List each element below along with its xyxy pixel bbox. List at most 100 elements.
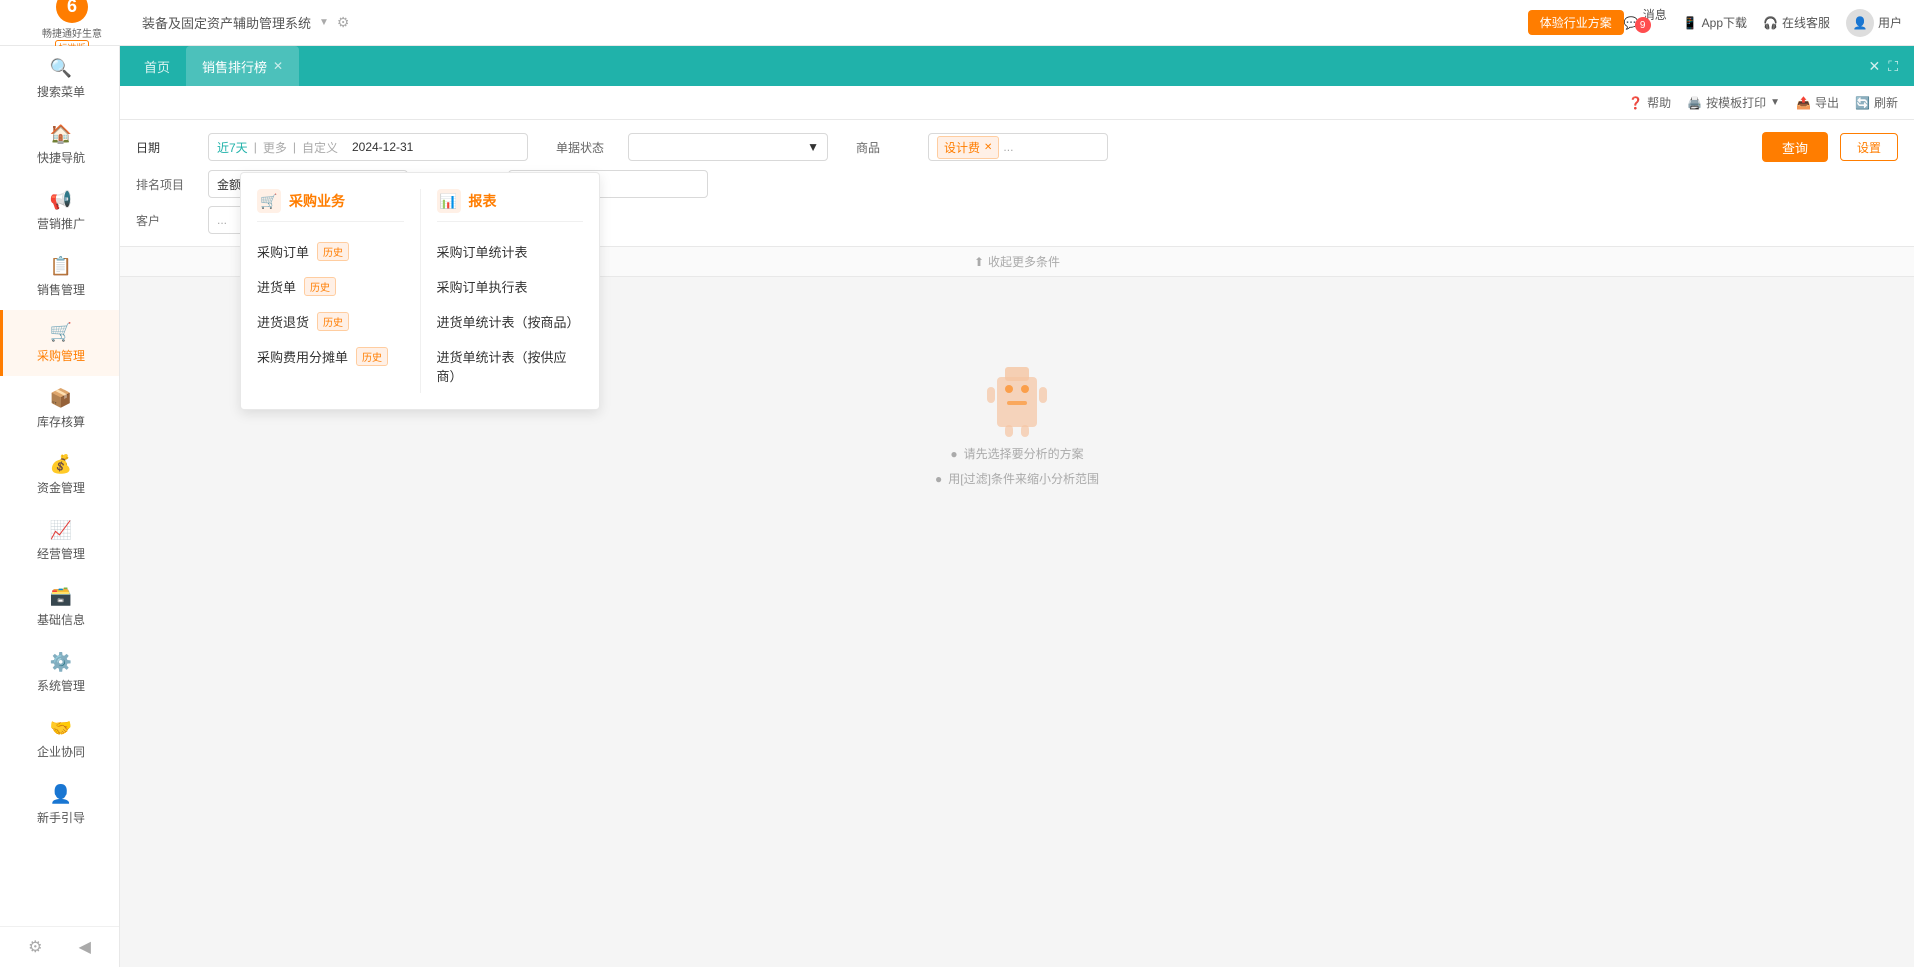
menu-item-purchase-stat[interactable]: 采购订单统计表	[437, 234, 584, 269]
top-bar: 6 畅捷通好生意 标准版 装备及固定资产辅助管理系统 ▼ ⚙ 体验行业方案 💬 …	[0, 0, 1914, 46]
sidebar-item-label-newbie: 新手引导	[37, 809, 85, 826]
customer-more[interactable]: ...	[217, 213, 227, 227]
incoming-stat-goods-label: 进货单统计表（按商品）	[437, 312, 580, 331]
sidebar-item-label-quick: 快捷导航	[37, 149, 85, 166]
menu-item-return[interactable]: 进货退货 历史	[257, 304, 404, 339]
history-badge-purchase-order: 历史	[317, 242, 349, 261]
menu-purchase-header-label: 采购业务	[289, 191, 345, 211]
avatar: 👤	[1846, 9, 1874, 37]
database-icon: 🗃️	[50, 586, 72, 607]
app-download-action[interactable]: 📱 App下载	[1683, 14, 1747, 31]
incoming-stat-supplier-label: 进货单统计表（按供应商）	[437, 347, 584, 385]
sidebar-bottom: ⚙ ◀	[0, 926, 119, 967]
sidebar-item-label-operations: 经营管理	[37, 545, 85, 562]
home-icon: 🏠	[50, 124, 72, 145]
rank-label: 排名项目	[136, 176, 196, 193]
header-actions: 💬 消息 9 📱 App下载 🎧 在线客服 👤 用户	[1624, 6, 1902, 39]
main-layout: 🔍 搜索菜单 🏠 快捷导航 📢 营销推广 📋 销售管理 🛒 采购管理 📦 库存核…	[0, 46, 1914, 967]
tab-bar: 首页 销售排行榜 ✕ ✕ ⛶	[120, 46, 1914, 86]
menu-item-purchase-exec[interactable]: 采购订单执行表	[437, 269, 584, 304]
handshake-icon: 🤝	[50, 718, 72, 739]
history-badge-return: 历史	[317, 312, 349, 331]
collapse-sidebar-icon[interactable]: ◀	[79, 937, 91, 957]
app-label: App下载	[1702, 14, 1747, 31]
chart-icon: 📈	[50, 520, 72, 541]
menu-divider	[420, 189, 421, 393]
sidebar-item-label-base: 基础信息	[37, 611, 85, 628]
phone-icon: 📱	[1683, 16, 1698, 30]
search-icon: 🔍	[50, 58, 72, 79]
system-title-chevron[interactable]: ▼	[319, 17, 329, 28]
sidebar-item-label-enterprise: 企业协同	[37, 743, 85, 760]
menu-item-expense[interactable]: 采购费用分摊单 历史	[257, 339, 404, 374]
sidebar-item-purchase[interactable]: 🛒 采购管理	[0, 310, 119, 376]
industry-button[interactable]: 体验行业方案	[1528, 10, 1624, 35]
clipboard-icon: 📋	[50, 256, 72, 277]
message-action[interactable]: 💬 消息 9	[1624, 6, 1667, 39]
system-title: 装备及固定资产辅助管理系统 ▼ ⚙	[142, 13, 1528, 32]
money-icon: 💰	[50, 454, 72, 475]
sidebar-item-inventory[interactable]: 📦 库存核算	[0, 376, 119, 442]
dropdown-menu: 🛒 采购业务 采购订单 历史 进货单 历史 进货退货	[240, 172, 600, 410]
settings-bottom-icon[interactable]: ⚙	[28, 937, 42, 957]
sidebar-item-label-purchase: 采购管理	[37, 347, 85, 364]
sidebar-item-newbie[interactable]: 👤 新手引导	[0, 772, 119, 838]
sidebar-item-finance[interactable]: 💰 资金管理	[0, 442, 119, 508]
return-label: 进货退货	[257, 312, 309, 331]
tab-home-label: 首页	[144, 57, 170, 76]
sidebar-item-marketing[interactable]: 📢 营销推广	[0, 178, 119, 244]
service-label: 在线客服	[1782, 14, 1830, 31]
tab-close-icon[interactable]: ✕	[273, 59, 283, 73]
settings-icon[interactable]: ⚙	[337, 14, 350, 31]
rank-value: 金额	[217, 176, 241, 193]
history-badge-incoming: 历史	[304, 277, 336, 296]
sidebar-item-search[interactable]: 🔍 搜索菜单	[0, 46, 119, 112]
sidebar-item-label-marketing: 营销推广	[37, 215, 85, 232]
sidebar-item-label-system: 系统管理	[37, 677, 85, 694]
tab-sales-rank[interactable]: 销售排行榜 ✕	[186, 46, 299, 86]
menu-item-incoming-stat-goods[interactable]: 进货单统计表（按商品）	[437, 304, 584, 339]
sidebar-item-label-finance: 资金管理	[37, 479, 85, 496]
menu-item-incoming-stat-supplier[interactable]: 进货单统计表（按供应商）	[437, 339, 584, 393]
customer-label: 客户	[136, 212, 196, 229]
megaphone-icon: 📢	[50, 190, 72, 211]
user-label: 用户	[1878, 14, 1902, 31]
sidebar-item-sales[interactable]: 📋 销售管理	[0, 244, 119, 310]
sidebar-item-operations[interactable]: 📈 经营管理	[0, 508, 119, 574]
menu-reports-header-label: 报表	[469, 191, 497, 211]
sidebar-item-label-inventory: 库存核算	[37, 413, 85, 430]
purchase-stat-label: 采购订单统计表	[437, 242, 528, 261]
menu-item-purchase-order[interactable]: 采购订单 历史	[257, 234, 404, 269]
menu-purchase-header: 🛒 采购业务	[257, 189, 404, 222]
sidebar-item-system[interactable]: ⚙️ 系统管理	[0, 640, 119, 706]
menu-reports-column: 📊 报表 采购订单统计表 采购订单执行表 进货单统计表（按商品）	[437, 189, 584, 393]
sidebar-item-label-sales: 销售管理	[37, 281, 85, 298]
purchase-header-icon: 🛒	[257, 189, 281, 213]
date-label: 日期	[136, 139, 196, 156]
reports-header-icon: 📊	[437, 189, 461, 213]
message-badge: 9	[1635, 17, 1651, 33]
history-badge-expense: 历史	[356, 347, 388, 366]
user-action[interactable]: 👤 用户	[1846, 9, 1902, 37]
tab-home[interactable]: 首页	[128, 46, 186, 86]
headset-icon: 🎧	[1763, 16, 1778, 30]
page-content: ❓ 帮助 🖨️ 按模板打印 ▼ 📤 导出 🔄 刷新	[120, 86, 1914, 967]
gear-icon: ⚙️	[50, 652, 72, 673]
menu-reports-header: 📊 报表	[437, 189, 584, 222]
sidebar-item-enterprise[interactable]: 🤝 企业协同	[0, 706, 119, 772]
online-service-action[interactable]: 🎧 在线客服	[1763, 14, 1830, 31]
sidebar-item-label-search: 搜索菜单	[37, 83, 85, 100]
close-window-icon[interactable]: ✕	[1868, 58, 1880, 75]
expense-label: 采购费用分摊单	[257, 347, 348, 366]
purchase-order-label: 采购订单	[257, 242, 309, 261]
menu-item-incoming[interactable]: 进货单 历史	[257, 269, 404, 304]
maximize-window-icon[interactable]: ⛶	[1888, 58, 1898, 75]
content-area: 首页 销售排行榜 ✕ ✕ ⛶ ❓ 帮助 🖨️ 按模板打	[120, 46, 1914, 967]
sidebar: 🔍 搜索菜单 🏠 快捷导航 📢 营销推广 📋 销售管理 🛒 采购管理 📦 库存核…	[0, 46, 120, 967]
sidebar-item-base[interactable]: 🗃️ 基础信息	[0, 574, 119, 640]
box-icon: 📦	[50, 388, 72, 409]
sidebar-item-quick[interactable]: 🏠 快捷导航	[0, 112, 119, 178]
person-icon: 👤	[50, 784, 72, 805]
cart-icon: 🛒	[50, 322, 72, 343]
menu-purchase-column: 🛒 采购业务 采购订单 历史 进货单 历史 进货退货	[257, 189, 404, 393]
